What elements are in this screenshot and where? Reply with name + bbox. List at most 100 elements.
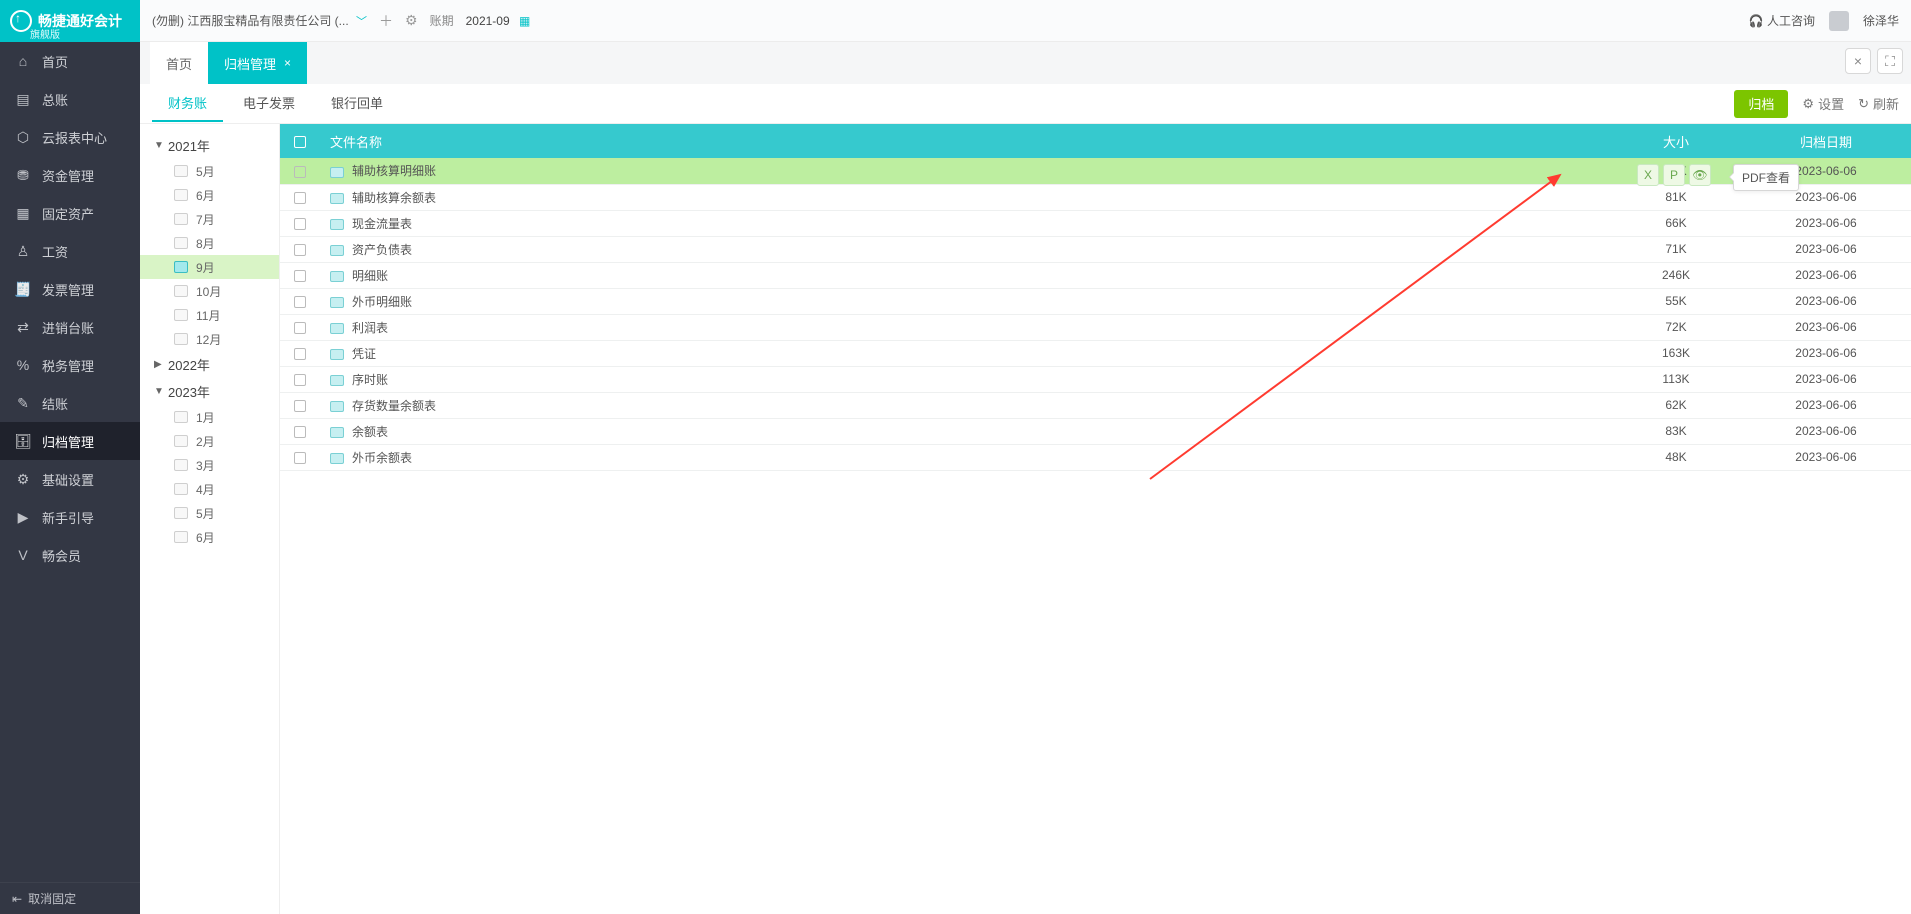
row-checkbox[interactable]	[294, 218, 306, 230]
tree-month-label: 7月	[196, 211, 215, 228]
close-icon[interactable]: ×	[284, 56, 291, 70]
sidebar-item-4[interactable]: ▦固定资产	[0, 194, 140, 232]
row-checkbox[interactable]	[294, 348, 306, 360]
tree-month[interactable]: 6月	[140, 525, 279, 549]
tab-home[interactable]: 首页	[150, 42, 208, 84]
refresh-link[interactable]: ↻ 刷新	[1858, 94, 1899, 113]
add-company-icon[interactable]: ＋	[379, 11, 393, 31]
tree-month[interactable]: 2月	[140, 429, 279, 453]
settings-link[interactable]: ⚙ 设置	[1802, 94, 1844, 113]
avatar-icon[interactable]	[1829, 11, 1849, 31]
sub-tab-2[interactable]: 银行回单	[315, 85, 399, 122]
row-checkbox[interactable]	[294, 426, 306, 438]
table-row[interactable]: 辅助核算余额表81K2023-06-06	[280, 184, 1911, 210]
tree-year-label: 2021年	[168, 136, 210, 155]
row-checkbox[interactable]	[294, 296, 306, 308]
tree-month[interactable]: 1月	[140, 405, 279, 429]
sidebar-item-8[interactable]: %税务管理	[0, 346, 140, 384]
sidebar-item-1[interactable]: ▤总账	[0, 80, 140, 118]
tree-month-label: 9月	[196, 259, 215, 276]
user-name[interactable]: 徐泽华	[1863, 12, 1899, 29]
tree-month[interactable]: 5月	[140, 501, 279, 525]
tree-month[interactable]: 4月	[140, 477, 279, 501]
tree-month[interactable]: 7月	[140, 207, 279, 231]
support-label: 人工咨询	[1767, 14, 1815, 28]
table-row[interactable]: 资产负债表71K2023-06-06	[280, 236, 1911, 262]
folder-icon	[330, 323, 344, 334]
archive-button[interactable]: 归档	[1734, 90, 1788, 118]
sidebar-item-7[interactable]: ⇄进销台账	[0, 308, 140, 346]
folder-icon	[330, 245, 344, 256]
folder-icon	[174, 411, 188, 423]
row-checkbox[interactable]	[294, 166, 306, 178]
tree-month-label: 8月	[196, 235, 215, 252]
tree-year-label: 2023年	[168, 382, 210, 401]
row-checkbox[interactable]	[294, 244, 306, 256]
sidebar-item-13[interactable]: V畅会员	[0, 536, 140, 574]
row-checkbox[interactable]	[294, 400, 306, 412]
row-checkbox[interactable]	[294, 192, 306, 204]
pdf-preview-icon[interactable]: 👁	[1689, 164, 1711, 186]
tree-year[interactable]: ▶2022年	[140, 351, 279, 378]
tabs-close-all[interactable]: ×	[1845, 48, 1871, 74]
tab-home-label: 首页	[166, 54, 192, 73]
table-row[interactable]: 利润表72K2023-06-06	[280, 314, 1911, 340]
table-row[interactable]: 明细账246K2023-06-06	[280, 262, 1911, 288]
col-size[interactable]: 大小	[1611, 124, 1741, 158]
col-checkbox[interactable]	[280, 124, 320, 158]
calendar-icon: ▦	[519, 14, 530, 28]
tree-month[interactable]: 6月	[140, 183, 279, 207]
tabs-fullscreen[interactable]: ⛶	[1877, 48, 1903, 74]
sidebar-item-0[interactable]: ⌂首页	[0, 42, 140, 80]
tree-month[interactable]: 3月	[140, 453, 279, 477]
folder-icon	[174, 459, 188, 471]
row-checkbox[interactable]	[294, 452, 306, 464]
sidebar-item-12[interactable]: ▶新手引导	[0, 498, 140, 536]
pdf-export-icon[interactable]: P	[1663, 164, 1685, 186]
nav-label: 新手引导	[42, 508, 94, 527]
sidebar-item-10[interactable]: 🗄归档管理	[0, 422, 140, 460]
tree-month[interactable]: 9月	[140, 255, 279, 279]
col-date[interactable]: 归档日期	[1741, 124, 1911, 158]
sidebar-item-11[interactable]: ⚙基础设置	[0, 460, 140, 498]
col-name[interactable]: 文件名称	[320, 124, 1611, 158]
sidebar-unpin[interactable]: ⇤ 取消固定	[0, 882, 140, 914]
tree-year[interactable]: ▼2023年	[140, 378, 279, 405]
tree-month[interactable]: 5月	[140, 159, 279, 183]
row-checkbox[interactable]	[294, 270, 306, 282]
file-date: 2023-06-06	[1741, 340, 1911, 366]
table-row[interactable]: 存货数量余额表62K2023-06-06	[280, 392, 1911, 418]
tree-month-label: 10月	[196, 283, 221, 300]
tree-month[interactable]: 10月	[140, 279, 279, 303]
table-row[interactable]: 凭证163K2023-06-06	[280, 340, 1911, 366]
file-size: 71K	[1611, 236, 1741, 262]
sidebar-item-6[interactable]: 🧾发票管理	[0, 270, 140, 308]
table-row[interactable]: 序时账113K2023-06-06	[280, 366, 1911, 392]
sidebar-item-3[interactable]: ⛃资金管理	[0, 156, 140, 194]
table-row[interactable]: 现金流量表66K2023-06-06	[280, 210, 1911, 236]
support-link[interactable]: 🎧 人工咨询	[1749, 12, 1815, 29]
table-row[interactable]: 余额表83K2023-06-06	[280, 418, 1911, 444]
sub-tab-1[interactable]: 电子发票	[227, 85, 311, 122]
tree-year[interactable]: ▼2021年	[140, 132, 279, 159]
excel-export-icon[interactable]: X	[1637, 164, 1659, 186]
tab-archive[interactable]: 归档管理 ×	[208, 42, 307, 84]
content: 财务账电子发票银行回单 归档 ⚙ 设置 ↻ 刷新 ▼2021年5月	[140, 84, 1911, 914]
tree-month[interactable]: 11月	[140, 303, 279, 327]
sidebar-item-2[interactable]: ⬡云报表中心	[0, 118, 140, 156]
table-row[interactable]: 外币明细账55K2023-06-06	[280, 288, 1911, 314]
row-checkbox[interactable]	[294, 322, 306, 334]
sidebar-item-9[interactable]: ✎结账	[0, 384, 140, 422]
row-checkbox[interactable]	[294, 374, 306, 386]
sidebar-item-5[interactable]: ♙工资	[0, 232, 140, 270]
folder-icon	[330, 401, 344, 412]
period-picker[interactable]: 2021-09 ▦	[466, 14, 531, 28]
table-row[interactable]: 外币余额表48K2023-06-06	[280, 444, 1911, 470]
tree-month[interactable]: 8月	[140, 231, 279, 255]
company-selector[interactable]: (勿删) 江西服宝精品有限责任公司 (... ﹀	[152, 12, 367, 29]
folder-icon	[330, 167, 344, 178]
tree-month[interactable]: 12月	[140, 327, 279, 351]
sub-tab-0[interactable]: 财务账	[152, 85, 223, 122]
company-settings-icon[interactable]: ⚙	[405, 12, 418, 29]
nav-label: 资金管理	[42, 166, 94, 185]
